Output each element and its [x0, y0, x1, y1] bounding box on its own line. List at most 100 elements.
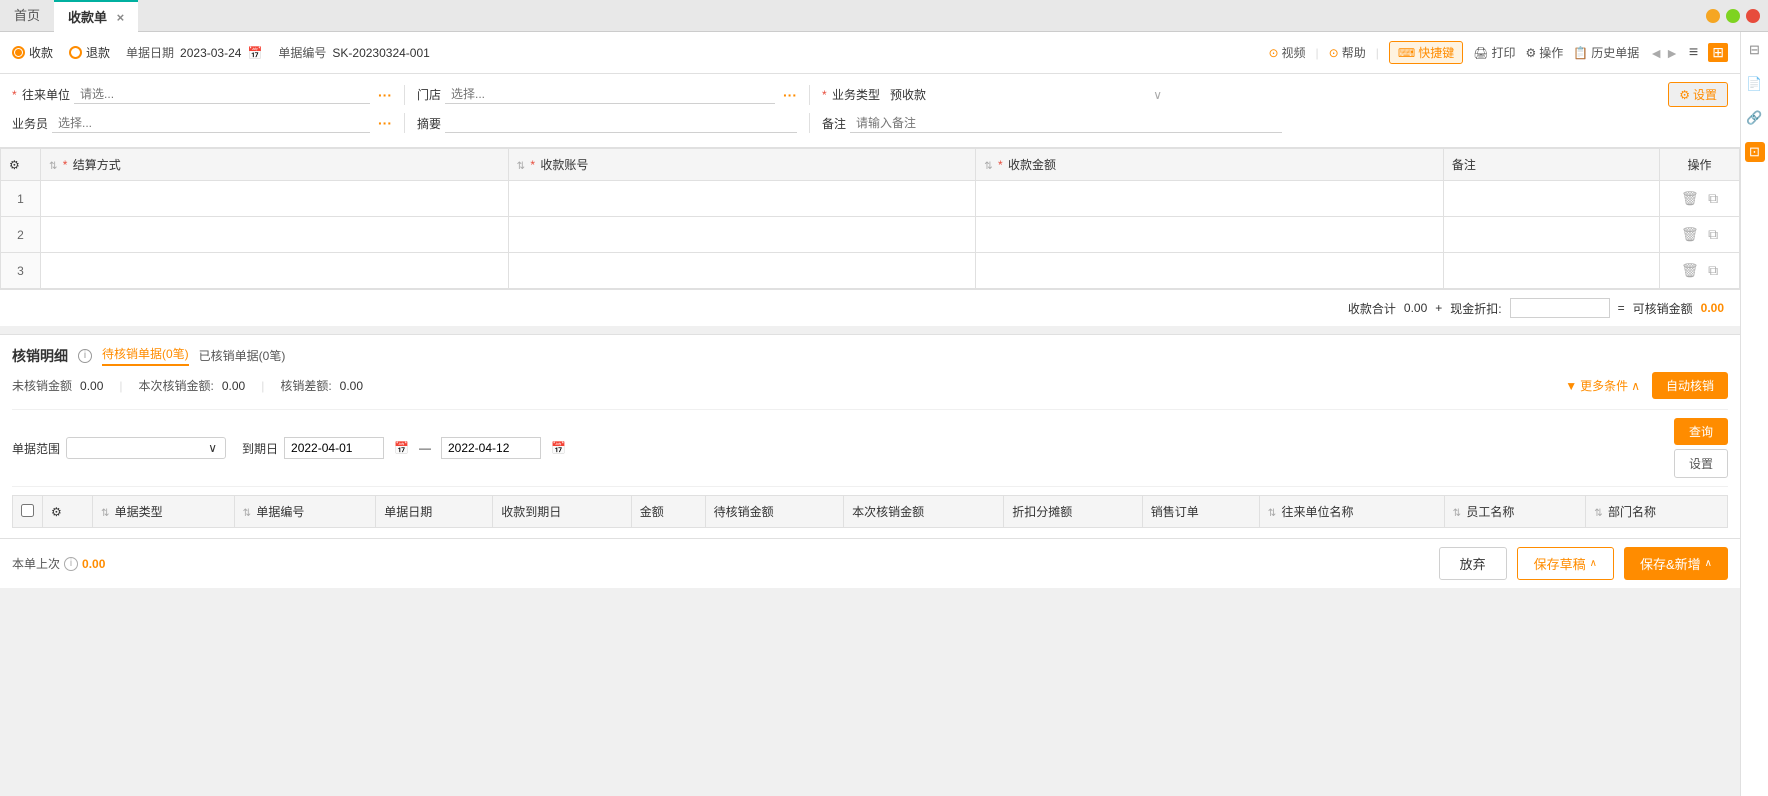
copy-button-3[interactable]: ⧉ — [1705, 262, 1721, 279]
table-row: 2 🗑 ⧉ — [1, 217, 1740, 253]
table-gear-header[interactable]: ⚙ — [1, 149, 41, 181]
tab-receipt[interactable]: 收款单 × — [54, 0, 138, 32]
sidebar-link-icon[interactable]: 🔗 — [1745, 108, 1765, 128]
more-conditions-button[interactable]: ▼ 更多条件 ∧ — [1565, 377, 1640, 394]
date-to-input[interactable] — [441, 437, 541, 459]
sort-icon[interactable]: ⇅ — [101, 508, 109, 519]
copy-button-1[interactable]: ⧉ — [1705, 190, 1721, 207]
date-from-input[interactable] — [284, 437, 384, 459]
tab-close-icon[interactable]: × — [117, 10, 125, 25]
table-row: 1 🗑 ⧉ — [1, 181, 1740, 217]
calendar-icon[interactable]: 📅 — [247, 46, 262, 60]
tab-bar: 首页 收款单 × — [0, 0, 1768, 32]
account-cell-1[interactable] — [508, 181, 976, 217]
sidebar-scan-icon[interactable]: ⊡ — [1745, 142, 1765, 162]
sort-icon[interactable]: ⇅ — [243, 508, 251, 519]
video-button[interactable]: ⊙ 视频 — [1268, 44, 1305, 61]
select-all-checkbox[interactable] — [21, 504, 34, 517]
print-icon: 🖨 — [1473, 46, 1488, 60]
amount-cell-1[interactable] — [976, 181, 1444, 217]
remark-cell-2[interactable] — [1443, 217, 1659, 253]
sidebar-doc-icon[interactable]: 📄 — [1745, 74, 1765, 94]
sort-icon[interactable]: ⇅ — [49, 161, 57, 172]
amount-cell-2[interactable] — [976, 217, 1444, 253]
settlement-cell-2[interactable] — [41, 217, 509, 253]
save-draft-button[interactable]: 保存草稿 ∧ — [1517, 547, 1614, 580]
action-cell-2: 🗑 ⧉ — [1660, 217, 1740, 253]
form-divider-4 — [809, 113, 810, 133]
settings-button[interactable]: ⚙ 设置 — [1668, 82, 1728, 107]
auto-writeoff-button[interactable]: 自动核销 — [1652, 372, 1728, 399]
delete-button-2[interactable]: 🗑 — [1678, 226, 1702, 243]
operation-button[interactable]: ⚙ 操作 — [1525, 44, 1563, 61]
range-select[interactable]: ∨ — [66, 437, 226, 459]
sort-icon[interactable]: ⇅ — [1453, 508, 1461, 519]
store-input[interactable] — [445, 85, 775, 104]
chevron-down-icon: ∨ — [208, 441, 217, 455]
query-button[interactable]: 查询 — [1674, 418, 1728, 445]
form-row-1: * 往来单位 ··· 门店 ··· * 业务类型 预收款 — [12, 82, 1728, 107]
sort-icon[interactable]: ⇅ — [1594, 508, 1602, 519]
docdate-header: 单据日期 — [376, 496, 493, 528]
writeoff-header: 核销明细 i 待核销单据(0笔) 已核销单据(0笔) — [12, 345, 1728, 366]
remark-cell-1[interactable] — [1443, 181, 1659, 217]
shortcut-button[interactable]: ⌨ 快捷键 — [1389, 41, 1463, 64]
sort-icon[interactable]: ⇅ — [984, 161, 992, 172]
keyboard-icon: ⌨ — [1398, 46, 1415, 60]
gear-icon: ⚙ — [9, 158, 20, 172]
help-button[interactable]: ⊙ 帮助 — [1329, 44, 1366, 61]
bottom-table-area: ⚙ ⇅ 单据类型 ⇅ 单据编号 单据日期 收款到期 — [12, 495, 1728, 528]
gear-header-bottom[interactable]: ⚙ — [43, 496, 93, 528]
settlement-cell-1[interactable] — [41, 181, 509, 217]
sidebar-table-icon[interactable]: ⊟ — [1745, 40, 1765, 60]
list-view-icon[interactable]: ≡ — [1689, 44, 1698, 62]
business-type-value: 预收款 — [890, 86, 926, 103]
account-cell-3[interactable] — [508, 253, 976, 289]
copy-button-2[interactable]: ⧉ — [1705, 226, 1721, 243]
summary-input[interactable] — [445, 114, 797, 133]
maximize-button[interactable] — [1726, 9, 1740, 23]
store-more-button[interactable]: ··· — [783, 87, 797, 103]
counterpart-more-button[interactable]: ··· — [378, 87, 392, 103]
minimize-button[interactable] — [1706, 9, 1720, 23]
history-button[interactable]: 📋 历史单据 — [1573, 44, 1639, 61]
amount-cell-3[interactable] — [976, 253, 1444, 289]
info-icon[interactable]: i — [64, 557, 78, 571]
grid-view-icon[interactable]: ⊞ — [1708, 43, 1728, 62]
prev-arrow-icon[interactable]: ◄ — [1649, 45, 1663, 61]
receipt-radio-dot — [12, 46, 25, 59]
discard-button[interactable]: 放弃 — [1439, 547, 1507, 580]
tab-home[interactable]: 首页 — [0, 0, 54, 32]
sort-icon[interactable]: ⇅ — [1268, 508, 1276, 519]
remark-cell-3[interactable] — [1443, 253, 1659, 289]
settlement-cell-3[interactable] — [41, 253, 509, 289]
calendar-from-icon[interactable]: 📅 — [394, 441, 409, 455]
next-arrow-icon[interactable]: ► — [1665, 45, 1679, 61]
tab-pending[interactable]: 待核销单据(0笔) — [102, 345, 189, 366]
delete-button-1[interactable]: 🗑 — [1678, 190, 1702, 207]
uncancelled-stat: 未核销金额 0.00 — [12, 377, 103, 394]
checkbox-header[interactable] — [13, 496, 43, 528]
counterpart-input[interactable] — [74, 85, 370, 104]
business-type-field: * 业务类型 预收款 ∨ — [822, 86, 1162, 103]
business-type-chevron[interactable]: ∨ — [1153, 88, 1162, 102]
account-cell-2[interactable] — [508, 217, 976, 253]
filter-settings-button[interactable]: 设置 — [1674, 449, 1728, 478]
receipt-radio[interactable]: 收款 — [12, 44, 53, 61]
writeoff-info-icon[interactable]: i — [78, 349, 92, 363]
salesperson-more-button[interactable]: ··· — [378, 115, 392, 131]
writeoff-stats: 未核销金额 0.00 | 本次核销金额: 0.00 | 核销差额: 0.00 ▼… — [12, 372, 1728, 399]
main-table: ⚙ ⇅ * 结算方式 ⇅ * 收款账号 ⇅ * 收款 — [0, 148, 1740, 289]
save-new-button[interactable]: 保存&新增 ∧ — [1624, 547, 1728, 580]
remark-input[interactable] — [850, 114, 1282, 133]
refund-radio[interactable]: 退款 — [69, 44, 110, 61]
delete-button-3[interactable]: 🗑 — [1678, 262, 1702, 279]
discount-input[interactable] — [1510, 298, 1610, 318]
calendar-to-icon[interactable]: 📅 — [551, 441, 566, 455]
close-button[interactable] — [1746, 9, 1760, 23]
tab-done[interactable]: 已核销单据(0笔) — [199, 347, 286, 364]
available-value: 0.00 — [1701, 301, 1724, 315]
print-button[interactable]: 🖨 打印 — [1473, 44, 1515, 61]
sort-icon[interactable]: ⇅ — [517, 161, 525, 172]
salesperson-input[interactable] — [52, 114, 370, 133]
